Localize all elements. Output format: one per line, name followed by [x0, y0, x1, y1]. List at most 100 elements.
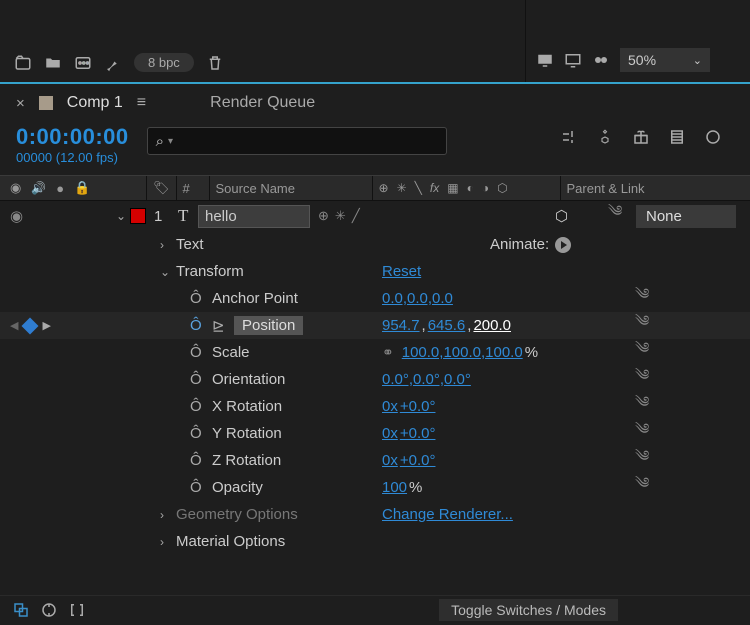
orientation-stopwatch[interactable]: Ô: [190, 371, 208, 388]
render-queue-tab[interactable]: Render Queue: [210, 94, 315, 112]
source-name-column-header[interactable]: Source Name: [216, 181, 366, 196]
reset-link[interactable]: Reset: [382, 263, 421, 280]
brush-icon[interactable]: [104, 54, 122, 72]
scale-label[interactable]: Scale: [212, 344, 250, 361]
transform-group-twirl[interactable]: ⌄: [160, 265, 176, 279]
comp-color-swatch: [39, 96, 53, 110]
opacity-stopwatch[interactable]: Ô: [190, 479, 208, 496]
brackets-icon[interactable]: [68, 601, 86, 619]
prev-keyframe-button[interactable]: ◀: [10, 319, 18, 332]
toggle-switches-button[interactable]: Toggle Switches / Modes: [439, 599, 618, 621]
display-icon[interactable]: [536, 51, 554, 69]
palette-icon[interactable]: [74, 54, 92, 72]
position-z-value[interactable]: 200.0: [473, 317, 511, 334]
layers-icon[interactable]: [12, 601, 30, 619]
layer-shy-icon[interactable]: ⊕: [318, 208, 329, 224]
position-y-value[interactable]: 645.6: [428, 317, 466, 334]
layer-3d-toggle[interactable]: ⬡: [555, 207, 568, 225]
layer-row[interactable]: ◉ ⌄ 1 T hello ⊕ ✳ ╱ ⬡ ༄ None: [0, 201, 750, 231]
zrot-rev-value[interactable]: 0x: [382, 452, 398, 469]
yrot-stopwatch[interactable]: Ô: [190, 425, 208, 442]
circle-icon[interactable]: [704, 128, 722, 146]
scale-value[interactable]: 100.0,100.0,100.0: [402, 344, 523, 361]
layer-name-input[interactable]: hello: [198, 205, 310, 228]
xrot-deg-value[interactable]: +0.0°: [400, 398, 436, 415]
material-options-label[interactable]: Material Options: [176, 533, 285, 550]
z-rotation-label[interactable]: Z Rotation: [212, 452, 281, 469]
xrot-rev-value[interactable]: 0x: [382, 398, 398, 415]
shy-icon[interactable]: ⊕: [379, 181, 389, 195]
search-input[interactable]: ⌕ ▾: [147, 127, 447, 155]
change-renderer-link[interactable]: Change Renderer...: [382, 506, 513, 523]
orientation-label[interactable]: Orientation: [212, 371, 285, 388]
label-column-icon[interactable]: 🏷: [153, 180, 170, 196]
render-icon[interactable]: [40, 601, 58, 619]
layer-twirl[interactable]: ⌄: [116, 209, 130, 223]
anchor-point-value[interactable]: 0.0,0.0,0.0: [382, 290, 453, 307]
bit-depth-button[interactable]: 8 bpc: [134, 53, 194, 72]
opacity-value[interactable]: 100: [382, 479, 407, 496]
animate-label: Animate:: [490, 236, 549, 253]
fx-icon[interactable]: fx: [430, 181, 439, 195]
snapshot-icon[interactable]: [14, 54, 32, 72]
orientation-value[interactable]: 0.0°,0.0°,0.0°: [382, 371, 471, 388]
visibility-toggle[interactable]: ◉: [10, 207, 28, 225]
frame-blend-icon[interactable]: ▦: [447, 181, 458, 195]
y-rotation-label[interactable]: Y Rotation: [212, 425, 282, 442]
timecode-display[interactable]: 0:00:00:00: [16, 124, 129, 150]
video-column-icon[interactable]: ◉: [10, 180, 21, 196]
switches-column: ⊕ ✳ ╲ fx ▦ ◐ ◑ ⬡: [379, 181, 554, 195]
filmstrip-icon[interactable]: [668, 128, 686, 146]
constrain-proportions-icon[interactable]: ⚭: [382, 344, 394, 361]
transform-group-label[interactable]: Transform: [176, 263, 244, 280]
text-group-twirl[interactable]: ›: [160, 238, 176, 252]
folder-icon[interactable]: [44, 54, 62, 72]
solo-column-icon[interactable]: ●: [56, 181, 64, 196]
gift-icon[interactable]: [632, 128, 650, 146]
zrot-deg-value[interactable]: +0.0°: [400, 452, 436, 469]
geometry-options-label[interactable]: Geometry Options: [176, 506, 298, 523]
monitor-icon[interactable]: [564, 51, 582, 69]
layer-collapse-icon[interactable]: ✳: [335, 208, 346, 224]
audio-column-icon[interactable]: 🔊: [31, 181, 46, 195]
lock-column-icon[interactable]: 🔒: [74, 180, 90, 196]
timeline-panel: × Comp 1 ≡ Render Queue 0:00:00:00 00000…: [0, 84, 750, 555]
motion-blur-icon[interactable]: ◐: [467, 181, 474, 195]
adjustment-icon[interactable]: ◑: [482, 181, 489, 195]
comp-tab[interactable]: Comp 1: [67, 94, 123, 112]
position-label[interactable]: Position: [234, 316, 303, 335]
yrot-rev-value[interactable]: 0x: [382, 425, 398, 442]
parent-column-header[interactable]: Parent & Link: [567, 181, 645, 196]
zrot-stopwatch[interactable]: Ô: [190, 452, 208, 469]
position-stopwatch[interactable]: Ô: [190, 317, 208, 334]
graph-options-icon[interactable]: [560, 128, 578, 146]
animate-menu-button[interactable]: [555, 237, 571, 253]
anchor-stopwatch[interactable]: Ô: [190, 290, 208, 307]
xrot-stopwatch[interactable]: Ô: [190, 398, 208, 415]
3d-icon[interactable]: ⬡: [497, 181, 507, 195]
sparkle-cube-icon[interactable]: [596, 128, 614, 146]
opacity-label[interactable]: Opacity: [212, 479, 263, 496]
layer-color[interactable]: [130, 208, 146, 224]
goggles-icon[interactable]: [592, 51, 610, 69]
material-twirl[interactable]: ›: [160, 535, 176, 549]
text-group-label[interactable]: Text: [176, 236, 204, 253]
position-x-value[interactable]: 954.7: [382, 317, 420, 334]
index-column-header[interactable]: #: [183, 181, 203, 196]
geometry-twirl[interactable]: ›: [160, 508, 176, 522]
next-keyframe-button[interactable]: ▶: [42, 319, 50, 332]
keyframe-diamond[interactable]: [22, 317, 39, 334]
tab-menu-icon[interactable]: ≡: [137, 94, 146, 112]
anchor-point-label[interactable]: Anchor Point: [212, 290, 298, 307]
layer-quality-icon[interactable]: ╱: [352, 208, 360, 224]
quality-icon[interactable]: ╲: [415, 181, 422, 195]
scale-stopwatch[interactable]: Ô: [190, 344, 208, 361]
close-tab-button[interactable]: ×: [16, 95, 25, 112]
yrot-deg-value[interactable]: +0.0°: [400, 425, 436, 442]
x-rotation-label[interactable]: X Rotation: [212, 398, 282, 415]
parent-dropdown[interactable]: None: [636, 205, 736, 228]
collapse-icon[interactable]: ✳: [397, 181, 407, 195]
zoom-dropdown[interactable]: 50% ⌄: [620, 48, 710, 72]
trash-icon[interactable]: [206, 54, 224, 72]
graph-editor-icon[interactable]: ⊵: [212, 317, 230, 335]
